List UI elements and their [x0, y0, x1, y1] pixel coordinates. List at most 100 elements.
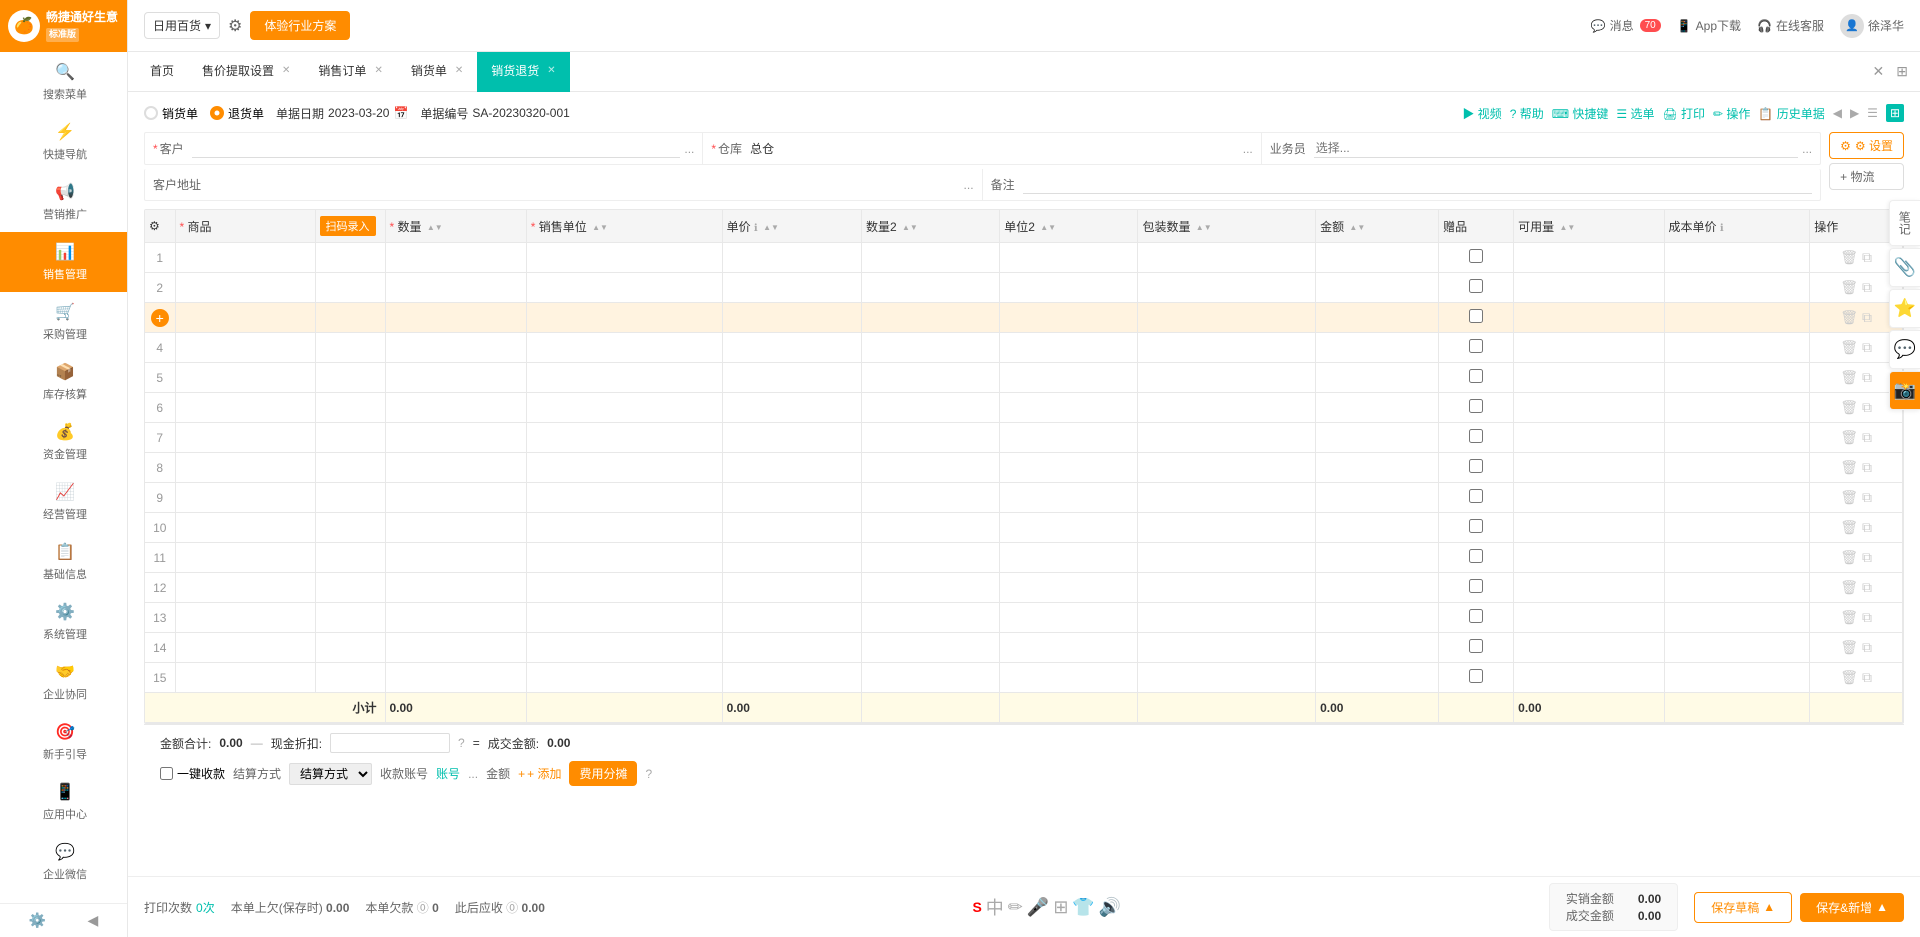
- sidebar-item-marketing[interactable]: 📢 营销推广: [0, 172, 127, 232]
- pack-qty-cell[interactable]: [1138, 363, 1316, 393]
- gift-cell[interactable]: [1439, 633, 1514, 663]
- qty-cell[interactable]: [385, 423, 526, 453]
- qty2-cell[interactable]: [861, 453, 999, 483]
- pack-qty-cell[interactable]: [1138, 243, 1316, 273]
- topbar-gear-icon[interactable]: ⚙: [228, 16, 242, 36]
- copy-icon[interactable]: ⧉: [1862, 639, 1872, 656]
- gift-checkbox[interactable]: [1469, 609, 1483, 623]
- operation-btn[interactable]: ✏ 操作: [1713, 105, 1750, 122]
- available-cell[interactable]: [1514, 483, 1664, 513]
- footer-icon6[interactable]: 🔊: [1099, 897, 1121, 918]
- sidebar-item-member[interactable]: 👑 畅会员: [0, 892, 127, 903]
- pack-qty-cell[interactable]: [1138, 303, 1316, 333]
- product-cell[interactable]: [175, 243, 315, 273]
- pack-qty-cell[interactable]: [1138, 423, 1316, 453]
- qty-cell[interactable]: [385, 513, 526, 543]
- pack-qty-cell[interactable]: [1138, 663, 1316, 693]
- user-info[interactable]: 👤 徐泽华: [1840, 14, 1904, 38]
- product-cell[interactable]: [175, 603, 315, 633]
- unit2-cell[interactable]: [1000, 303, 1138, 333]
- tab-sales-order-close-icon[interactable]: ✕: [374, 65, 382, 76]
- product-cell[interactable]: [175, 663, 315, 693]
- tab-price-settings[interactable]: 售价提取设置 ✕: [188, 52, 304, 92]
- unit-cell[interactable]: [526, 603, 722, 633]
- product-cell[interactable]: [175, 273, 315, 303]
- pack-qty-cell[interactable]: [1138, 393, 1316, 423]
- experience-btn[interactable]: 体验行业方案: [250, 11, 350, 40]
- product-input[interactable]: [180, 311, 311, 325]
- video-btn[interactable]: ▶ 视频: [1462, 105, 1501, 122]
- grid-view-icon[interactable]: ⊞: [1886, 104, 1904, 122]
- sidebar-item-wechat[interactable]: 💬 企业微信: [0, 832, 127, 892]
- pack-qty-cell[interactable]: [1138, 513, 1316, 543]
- account-more[interactable]: ...: [468, 767, 478, 781]
- delete-icon[interactable]: 🗑: [1840, 519, 1858, 536]
- gift-checkbox[interactable]: [1469, 639, 1483, 653]
- cost-price-cell[interactable]: [1664, 363, 1810, 393]
- unit-cell[interactable]: [526, 393, 722, 423]
- unit2-cell[interactable]: [1000, 603, 1138, 633]
- unit-cell[interactable]: [526, 513, 722, 543]
- unit-cell[interactable]: [526, 423, 722, 453]
- copy-icon[interactable]: ⧉: [1862, 249, 1872, 266]
- sidebar-item-system[interactable]: ⚙️ 系统管理: [0, 592, 127, 652]
- available-cell[interactable]: [1514, 423, 1664, 453]
- sidebar-item-purchase[interactable]: 🛒 采购管理: [0, 292, 127, 352]
- unit2-cell[interactable]: [1000, 663, 1138, 693]
- amount-cell[interactable]: [1316, 363, 1439, 393]
- delete-icon[interactable]: 🗑: [1840, 639, 1858, 656]
- product-cell[interactable]: [175, 363, 315, 393]
- tab-home[interactable]: 首页: [136, 52, 188, 92]
- sidebar-item-newbie[interactable]: 🎯 新手引导: [0, 712, 127, 772]
- float-star-btn[interactable]: ⭐: [1889, 289, 1920, 328]
- gift-checkbox[interactable]: [1469, 459, 1483, 473]
- product-cell[interactable]: [175, 393, 315, 423]
- copy-icon[interactable]: ⧉: [1862, 579, 1872, 596]
- select-btn[interactable]: ☰ 选单: [1616, 105, 1654, 122]
- qty-cell[interactable]: [385, 393, 526, 423]
- cost-price-cell[interactable]: [1664, 573, 1810, 603]
- message-btn[interactable]: 💬 消息 70: [1591, 17, 1661, 34]
- pack-qty-cell[interactable]: [1138, 273, 1316, 303]
- price-cell[interactable]: [722, 363, 861, 393]
- print-btn[interactable]: 🖨 打印: [1662, 105, 1705, 122]
- save-new-btn[interactable]: 保存&新增 ▲: [1800, 893, 1904, 922]
- customer-input[interactable]: [192, 139, 681, 158]
- sidebar-item-search[interactable]: 🔍 搜索菜单: [0, 52, 127, 112]
- pack-qty-cell[interactable]: [1138, 603, 1316, 633]
- gift-cell[interactable]: [1439, 423, 1514, 453]
- gift-cell[interactable]: [1439, 543, 1514, 573]
- copy-icon[interactable]: ⧉: [1862, 429, 1872, 446]
- gift-checkbox[interactable]: [1469, 339, 1483, 353]
- gift-cell[interactable]: [1439, 603, 1514, 633]
- tab-sales-delivery-close-icon[interactable]: ✕: [455, 65, 463, 76]
- sidebar-item-sales[interactable]: 📊 销售管理: [0, 232, 127, 292]
- delete-icon[interactable]: 🗑: [1840, 669, 1858, 686]
- one-click-payment[interactable]: 一键收款: [160, 765, 225, 782]
- qty-cell[interactable]: [385, 333, 526, 363]
- product-cell[interactable]: [175, 453, 315, 483]
- qty2-cell[interactable]: [861, 633, 999, 663]
- online-service-btn[interactable]: 🎧 在线客服: [1757, 17, 1824, 34]
- unit2-cell[interactable]: [1000, 363, 1138, 393]
- unit2-cell[interactable]: [1000, 423, 1138, 453]
- tab-sales-return-close-icon[interactable]: ✕: [547, 65, 555, 76]
- product-cell[interactable]: [175, 303, 315, 333]
- cost-price-cell[interactable]: [1664, 663, 1810, 693]
- product-cell[interactable]: [175, 513, 315, 543]
- product-cell[interactable]: [175, 483, 315, 513]
- gift-cell[interactable]: [1439, 453, 1514, 483]
- unit-cell[interactable]: [526, 633, 722, 663]
- sidebar-item-shortcut[interactable]: ⚡ 快捷导航: [0, 112, 127, 172]
- qty2-cell[interactable]: [861, 513, 999, 543]
- cost-price-cell[interactable]: [1664, 483, 1810, 513]
- delete-icon[interactable]: 🗑: [1840, 609, 1858, 626]
- delete-icon[interactable]: 🗑: [1840, 339, 1858, 356]
- copy-icon[interactable]: ⧉: [1862, 609, 1872, 626]
- available-cell[interactable]: [1514, 363, 1664, 393]
- customer-more-icon[interactable]: ...: [684, 142, 694, 156]
- amount-cell[interactable]: [1316, 453, 1439, 483]
- available-cell[interactable]: [1514, 663, 1664, 693]
- radio-sale[interactable]: 销货单: [144, 105, 198, 122]
- gift-cell[interactable]: [1439, 513, 1514, 543]
